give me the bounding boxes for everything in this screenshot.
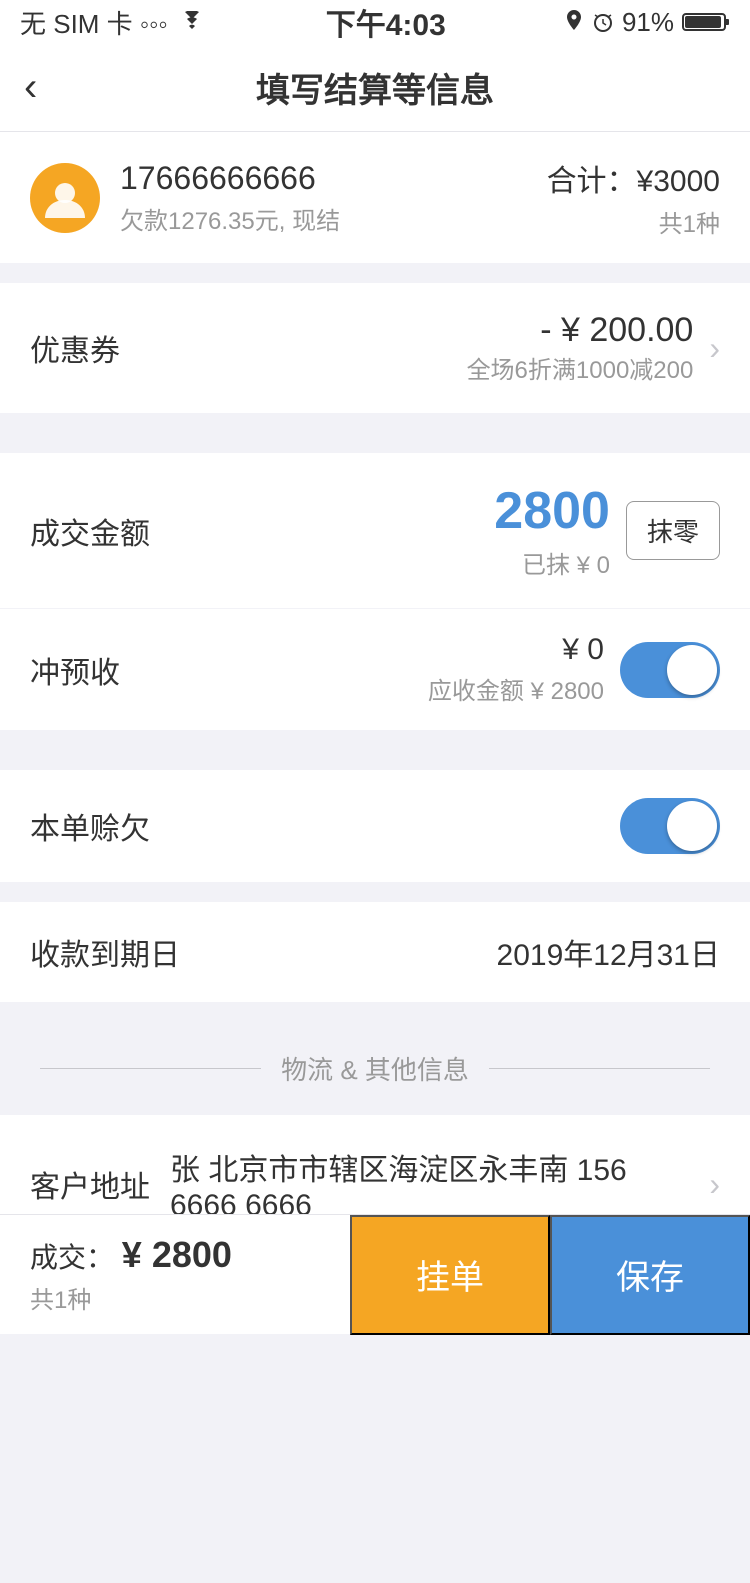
due-date-section: 收款到期日 2019年12月31日 — [0, 902, 750, 1002]
coupon-sub: 全场6折满1000减200 — [467, 350, 694, 385]
bottom-count: 共1种 — [30, 1280, 320, 1315]
debt-toggle[interactable] — [620, 798, 720, 854]
amount-section: 成交金额 2800 已抹 ¥ 0 抹零 冲预收 ¥ 0 应收金额 ¥ 2800 — [0, 453, 750, 730]
status-time: 下午4:03 — [326, 0, 446, 44]
coupon-row[interactable]: 优惠券 - ¥ 200.00 全场6折满1000减200 › — [0, 283, 750, 413]
coupon-value-group: - ¥ 200.00 全场6折满1000减200 — [467, 311, 694, 385]
logistics-separator: 物流 & 其他信息 — [0, 1022, 750, 1115]
round-button[interactable]: 抹零 — [626, 501, 720, 560]
due-date-value: 2019年12月31日 — [497, 930, 720, 974]
customer-left: 17666666666 欠款1276.35元, 现结 — [30, 160, 340, 236]
amount-right: 2800 已抹 ¥ 0 抹零 — [494, 481, 720, 580]
customer-card: 17666666666 欠款1276.35元, 现结 合计：¥3000 共1种 — [0, 132, 750, 263]
coupon-section: 优惠券 - ¥ 200.00 全场6折满1000减200 › — [0, 283, 750, 413]
preadvance-label: 冲预收 — [30, 648, 120, 692]
customer-phone: 17666666666 — [120, 160, 340, 197]
status-right: 91% — [564, 7, 730, 38]
status-bar: 无 SIM 卡 ◦◦◦ 下午4:03 91% — [0, 0, 750, 44]
status-left: 无 SIM 卡 ◦◦◦ — [20, 4, 208, 41]
battery-text: 91% — [622, 7, 674, 38]
signal-text: 无 SIM 卡 ◦◦◦ — [20, 4, 168, 41]
preadvance-sub: 应收金额 ¥ 2800 — [428, 671, 604, 706]
separator-2 — [0, 750, 750, 770]
wifi-icon — [176, 11, 208, 33]
amount-sub: 已抹 ¥ 0 — [494, 545, 610, 580]
bottom-total-label: 成交： — [30, 1242, 114, 1273]
page-title: 填写结算等信息 — [256, 63, 494, 112]
amount-label: 成交金额 — [30, 509, 150, 553]
bottom-summary: 成交： ¥ 2800 共1种 — [0, 1234, 350, 1315]
save-button[interactable]: 保存 — [550, 1215, 750, 1335]
coupon-right: - ¥ 200.00 全场6折满1000减200 › — [467, 311, 720, 385]
customer-total: 合计：¥3000 — [547, 156, 720, 200]
divider-line-left — [40, 1068, 261, 1069]
logistics-label: 物流 & 其他信息 — [281, 1050, 469, 1087]
alarm-icon — [592, 10, 614, 34]
nav-bar: ‹ 填写结算等信息 — [0, 44, 750, 132]
avatar — [30, 163, 100, 233]
customer-right: 合计：¥3000 共1种 — [547, 156, 720, 239]
battery-icon — [682, 10, 730, 34]
bottom-total-row: 成交： ¥ 2800 — [30, 1234, 320, 1276]
location-icon — [564, 10, 584, 34]
bottom-bar: 成交： ¥ 2800 共1种 挂单 保存 — [0, 1214, 750, 1334]
debt-label: 本单赊欠 — [30, 804, 150, 848]
address-chevron: › — [709, 1166, 720, 1203]
amount-value-group: 2800 已抹 ¥ 0 — [494, 481, 610, 580]
customer-sub: 欠款1276.35元, 现结 — [120, 201, 340, 236]
pending-button[interactable]: 挂单 — [350, 1215, 550, 1335]
preadvance-value: ¥ 0 — [428, 633, 604, 667]
separator-1 — [0, 433, 750, 453]
coupon-chevron: › — [709, 330, 720, 367]
coupon-value: - ¥ 200.00 — [467, 311, 694, 350]
preadvance-toggle[interactable] — [620, 642, 720, 698]
toggle-knob — [667, 645, 717, 695]
debt-toggle-knob — [667, 801, 717, 851]
avatar-icon — [40, 173, 90, 223]
customer-info: 17666666666 欠款1276.35元, 现结 — [120, 160, 340, 236]
logistics-divider: 物流 & 其他信息 — [0, 1022, 750, 1115]
amount-value: 2800 — [494, 481, 610, 541]
back-button[interactable]: ‹ — [24, 65, 37, 110]
address-value: 张 北京市市辖区海淀区永丰南 156 6666 6666 — [170, 1145, 689, 1223]
debt-right — [620, 798, 720, 854]
content: 17666666666 欠款1276.35元, 现结 合计：¥3000 共1种 … — [0, 132, 750, 1583]
bottom-total-value: ¥ 2800 — [122, 1234, 232, 1275]
amount-row: 成交金额 2800 已抹 ¥ 0 抹零 — [0, 453, 750, 609]
preadvance-value-group: ¥ 0 应收金额 ¥ 2800 — [428, 633, 604, 706]
due-date-row: 收款到期日 2019年12月31日 — [0, 902, 750, 1002]
coupon-label: 优惠券 — [30, 326, 120, 370]
preadvance-right: ¥ 0 应收金额 ¥ 2800 — [428, 633, 720, 706]
address-label: 客户地址 — [30, 1162, 150, 1206]
debt-row: 本单赊欠 — [0, 770, 750, 882]
debt-section: 本单赊欠 — [0, 770, 750, 882]
preadvance-row: 冲预收 ¥ 0 应收金额 ¥ 2800 — [0, 609, 750, 730]
customer-count: 共1种 — [547, 204, 720, 239]
divider-line-right — [489, 1068, 710, 1069]
due-date-label: 收款到期日 — [30, 930, 180, 974]
